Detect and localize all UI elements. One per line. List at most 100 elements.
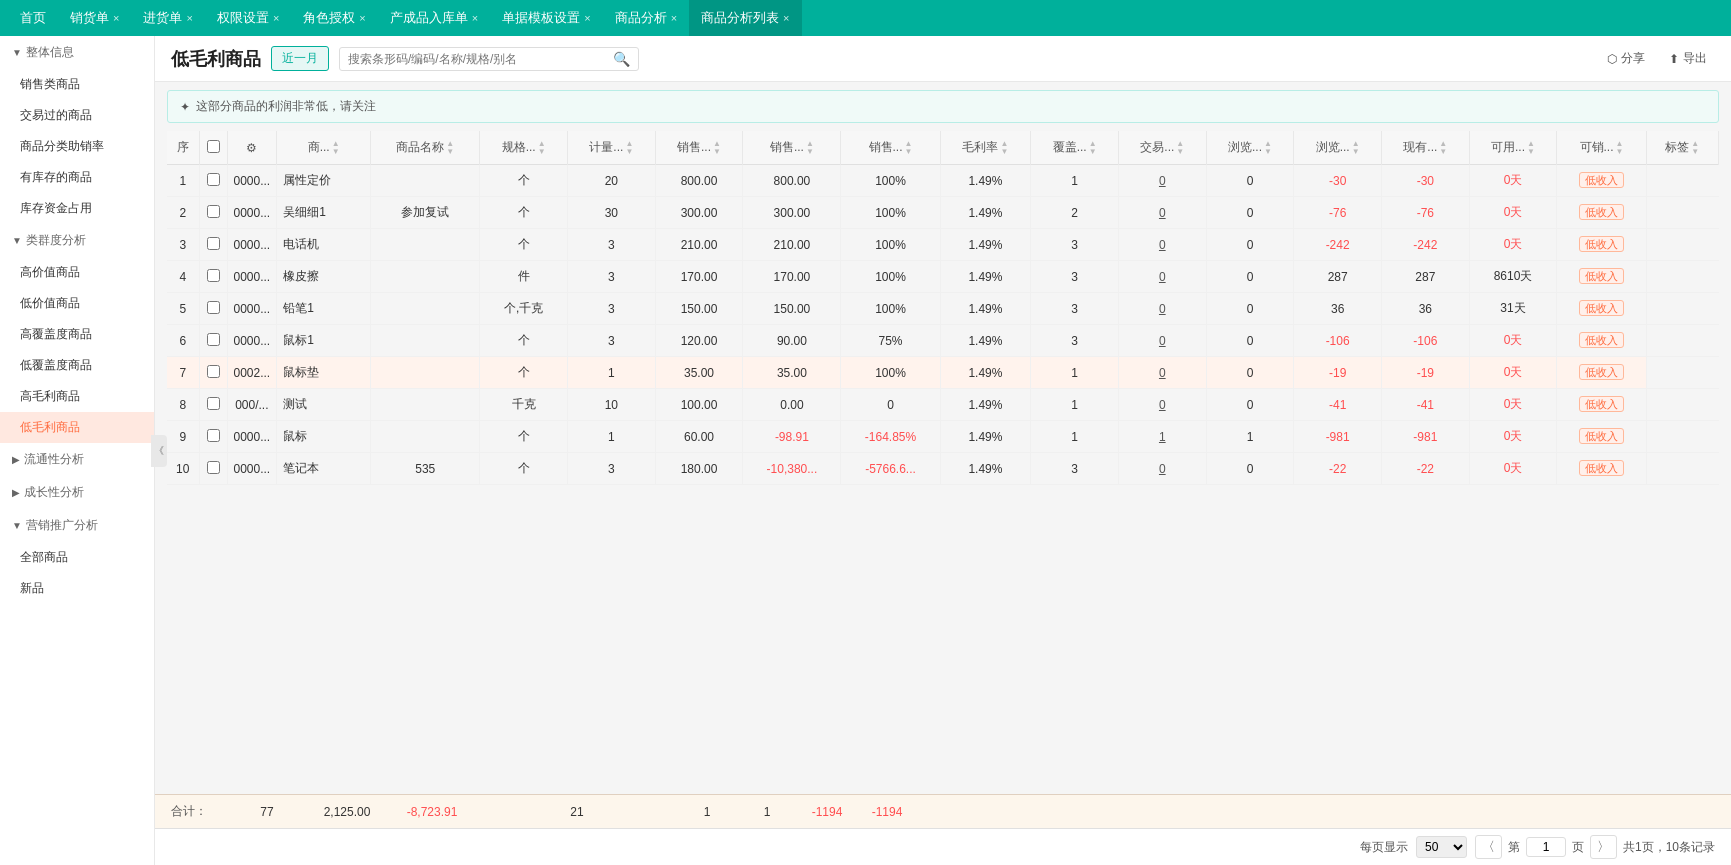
cell-current: -41 xyxy=(1294,389,1382,421)
cell-browse1[interactable]: 0 xyxy=(1118,325,1206,357)
per-page-select[interactable]: 50 100 200 xyxy=(1416,836,1467,858)
cell-browse1[interactable]: 0 xyxy=(1118,357,1206,389)
cell-browse1[interactable]: 0 xyxy=(1118,453,1206,485)
sidebar-item-traded-products[interactable]: 交易过的商品 xyxy=(0,100,154,131)
sidebar-group-growth[interactable]: ▶ 成长性分析 xyxy=(0,476,154,509)
cell-browse2: 0 xyxy=(1206,325,1294,357)
sidebar-group-overview[interactable]: ▼ 整体信息 xyxy=(0,36,154,69)
sidebar-group-flow[interactable]: ▶ 流通性分析 xyxy=(0,443,154,476)
arrow-growth-icon: ▶ xyxy=(12,487,20,498)
cell-checkbox[interactable] xyxy=(199,325,227,357)
nav-item-analysis[interactable]: 商品分析 × xyxy=(603,0,689,36)
row-checkbox[interactable] xyxy=(207,429,220,442)
search-input[interactable] xyxy=(348,52,613,66)
select-all-checkbox[interactable] xyxy=(207,140,220,153)
nav-item-template[interactable]: 单据模板设置 × xyxy=(490,0,602,36)
row-checkbox[interactable] xyxy=(207,237,220,250)
table-row: 2 0000... 吴细细1 参加复试 个 30 300.00 300.00 1… xyxy=(167,197,1719,229)
main-layout: ▼ 整体信息 销售类商品 交易过的商品 商品分类助销率 有库存的商品 库存资金占… xyxy=(0,36,1731,865)
sidebar-item-new-products[interactable]: 新品 xyxy=(0,573,154,604)
cell-sales-qty: 30 xyxy=(568,197,656,229)
col-header-current: 现有...▲▼ xyxy=(1381,131,1469,165)
nav-item-home[interactable]: 首页 xyxy=(8,0,58,36)
close-sales-icon[interactable]: × xyxy=(113,12,119,24)
filter-recent-month-btn[interactable]: 近一月 xyxy=(271,46,329,71)
nav-item-roles[interactable]: 角色授权 × xyxy=(291,0,377,36)
cell-browse2: 1 xyxy=(1206,421,1294,453)
close-analysis-list-icon[interactable]: × xyxy=(783,12,789,24)
sidebar-item-capital[interactable]: 库存资金占用 xyxy=(0,193,154,224)
close-template-icon[interactable]: × xyxy=(584,12,590,24)
cell-checkbox[interactable] xyxy=(199,389,227,421)
cell-checkbox[interactable] xyxy=(199,229,227,261)
sidebar-item-all-products[interactable]: 全部商品 xyxy=(0,542,154,573)
cell-gross-rate: -164.85% xyxy=(841,421,940,453)
close-permissions-icon[interactable]: × xyxy=(273,12,279,24)
cell-browse2: 0 xyxy=(1206,197,1294,229)
row-checkbox[interactable] xyxy=(207,461,220,474)
cell-checkbox[interactable] xyxy=(199,293,227,325)
cell-browse1[interactable]: 0 xyxy=(1118,261,1206,293)
cell-gross-rate: 100% xyxy=(841,293,940,325)
cell-browse1[interactable]: 0 xyxy=(1118,229,1206,261)
sidebar-item-high-coverage[interactable]: 高覆盖度商品 xyxy=(0,319,154,350)
sidebar-item-category-rate[interactable]: 商品分类助销率 xyxy=(0,131,154,162)
sidebar-group-cluster[interactable]: ▼ 类群度分析 xyxy=(0,224,154,257)
cell-browse1[interactable]: 0 xyxy=(1118,165,1206,197)
share-btn[interactable]: ⬡ 分享 xyxy=(1599,47,1653,70)
cell-browse1[interactable]: 0 xyxy=(1118,197,1206,229)
cell-browse1[interactable]: 1 xyxy=(1118,421,1206,453)
row-checkbox[interactable] xyxy=(207,333,220,346)
nav-item-permissions[interactable]: 权限设置 × xyxy=(205,0,291,36)
row-checkbox[interactable] xyxy=(207,269,220,282)
export-btn[interactable]: ⬆ 导出 xyxy=(1661,47,1715,70)
prev-page-btn[interactable]: 〈 xyxy=(1475,835,1502,859)
cell-browse1[interactable]: 0 xyxy=(1118,389,1206,421)
nav-item-sales[interactable]: 销货单 × xyxy=(58,0,131,36)
close-inventory-icon[interactable]: × xyxy=(472,12,478,24)
row-checkbox[interactable] xyxy=(207,301,220,314)
cell-checkbox[interactable] xyxy=(199,261,227,293)
nav-item-analysis-list[interactable]: 商品分析列表 × xyxy=(689,0,801,36)
sidebar-item-in-stock[interactable]: 有库存的商品 xyxy=(0,162,154,193)
cell-trade: 1 xyxy=(1031,389,1119,421)
sidebar-collapse-btn[interactable]: 《 xyxy=(151,435,167,467)
sidebar-item-low-margin[interactable]: 低毛利商品 xyxy=(0,412,154,443)
col-header-settings[interactable]: ⚙ xyxy=(227,131,277,165)
cell-available: 287 xyxy=(1381,261,1469,293)
cell-sales-amount: -98.91 xyxy=(743,421,841,453)
page-input[interactable] xyxy=(1526,837,1566,857)
row-checkbox[interactable] xyxy=(207,365,220,378)
sidebar-item-low-value[interactable]: 低价值商品 xyxy=(0,288,154,319)
cell-checkbox[interactable] xyxy=(199,197,227,229)
sidebar-item-low-coverage[interactable]: 低覆盖度商品 xyxy=(0,350,154,381)
cell-sales-qty: 3 xyxy=(568,453,656,485)
table-row: 9 0000... 鼠标 个 1 60.00 -98.91 -164.85% 1… xyxy=(167,421,1719,453)
cell-checkbox[interactable] xyxy=(199,357,227,389)
cell-spec xyxy=(371,421,480,453)
close-roles-icon[interactable]: × xyxy=(359,12,365,24)
cell-checkbox[interactable] xyxy=(199,421,227,453)
sidebar-item-high-margin[interactable]: 高毛利商品 xyxy=(0,381,154,412)
cell-unit: 个 xyxy=(480,229,568,261)
close-analysis-icon[interactable]: × xyxy=(671,12,677,24)
row-checkbox[interactable] xyxy=(207,205,220,218)
cell-checkbox[interactable] xyxy=(199,453,227,485)
cell-unit: 件 xyxy=(480,261,568,293)
next-page-btn[interactable]: 〉 xyxy=(1590,835,1617,859)
row-checkbox[interactable] xyxy=(207,397,220,410)
cell-browse1[interactable]: 0 xyxy=(1118,293,1206,325)
cell-spec xyxy=(371,293,480,325)
sidebar-group-marketing[interactable]: ▼ 营销推广分析 xyxy=(0,509,154,542)
cell-checkbox[interactable] xyxy=(199,165,227,197)
total-sales-price: 2,125.00 xyxy=(307,805,387,819)
nav-item-inventory[interactable]: 产成品入库单 × xyxy=(378,0,490,36)
close-purchase-icon[interactable]: × xyxy=(186,12,192,24)
cell-code: 0000... xyxy=(227,197,277,229)
sidebar-item-sales-products[interactable]: 销售类商品 xyxy=(0,69,154,100)
cell-sales-qty: 20 xyxy=(568,165,656,197)
cell-saleable: 0天 xyxy=(1469,357,1557,389)
row-checkbox[interactable] xyxy=(207,173,220,186)
nav-item-purchase[interactable]: 进货单 × xyxy=(131,0,204,36)
sidebar-item-high-value[interactable]: 高价值商品 xyxy=(0,257,154,288)
